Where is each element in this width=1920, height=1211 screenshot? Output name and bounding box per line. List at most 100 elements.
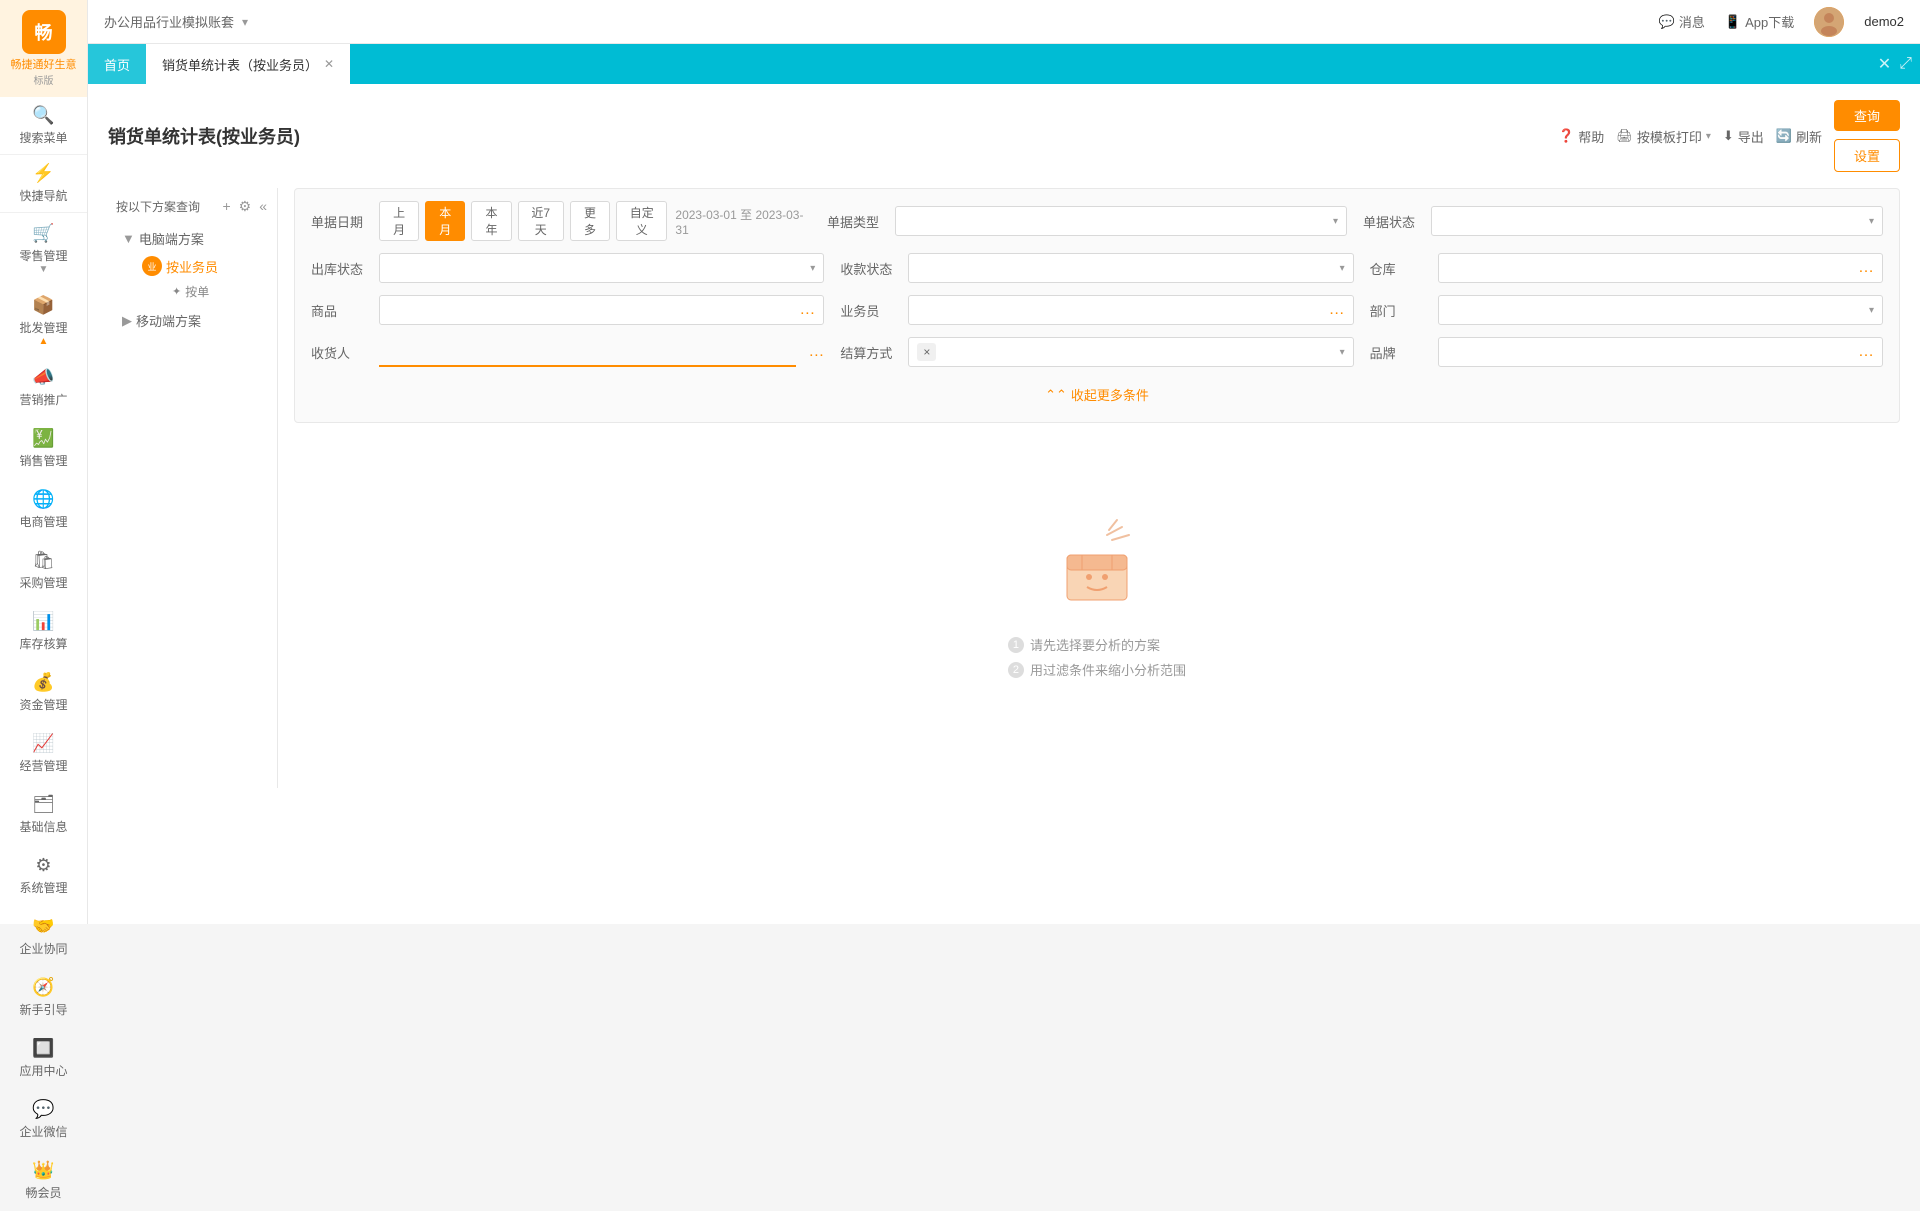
refresh-button[interactable]: 🔄 刷新 bbox=[1776, 127, 1822, 146]
print-label: 按模板打印 bbox=[1637, 127, 1702, 146]
tab-home[interactable]: 首页 bbox=[88, 44, 146, 84]
message-button[interactable]: 💬 消息 bbox=[1659, 12, 1705, 31]
scheme-item-by-order[interactable]: ✦ 按单 bbox=[136, 280, 269, 303]
sidebar-item-retail[interactable]: 🛒 零售管理 ▼ bbox=[0, 213, 87, 285]
topbar-title: 办公用品行业模拟账套 bbox=[104, 12, 234, 31]
left-panel-title: 按以下方案查询 bbox=[116, 198, 200, 215]
receiver-input[interactable] bbox=[379, 337, 796, 367]
tab-close-all-button[interactable]: ✕ bbox=[1878, 54, 1891, 74]
sidebar-item-finance[interactable]: 💰 资金管理 bbox=[0, 662, 87, 723]
warehouse-dots[interactable]: … bbox=[1858, 259, 1874, 277]
sidebar-item-basics[interactable]: 🗂 基础信息 bbox=[0, 784, 87, 845]
content-area: 销货单统计表(按业务员) ❓ 帮助 🖨 按模板打印 ▾ ⬇ 导出 bbox=[88, 84, 1920, 924]
user-name[interactable]: demo2 bbox=[1864, 14, 1904, 29]
tab-close-icon[interactable]: ✕ bbox=[324, 57, 334, 71]
empty-tip-2: 2 用过滤条件来缩小分析范围 bbox=[1008, 660, 1186, 679]
empty-state: 1 请先选择要分析的方案 2 用过滤条件来缩小分析范围 bbox=[294, 435, 1900, 765]
message-label: 消息 bbox=[1679, 12, 1705, 31]
brand-dots[interactable]: … bbox=[1858, 343, 1874, 361]
add-scheme-button[interactable]: + bbox=[220, 196, 232, 217]
tab-expand-button[interactable]: ⤢ bbox=[1899, 55, 1912, 73]
date-buttons: 上月 本月 本年 近7天 更多 自定义 bbox=[379, 201, 667, 241]
refresh-label: 刷新 bbox=[1796, 127, 1822, 146]
scheme-item-by-salesperson[interactable]: 业 按业务员 bbox=[136, 252, 269, 280]
date-btn-this-year[interactable]: 本年 bbox=[471, 201, 511, 241]
sidebar-item-system[interactable]: ⚙ 系统管理 bbox=[0, 845, 87, 906]
date-btn-last-month[interactable]: 上月 bbox=[379, 201, 419, 241]
doc-type-select[interactable]: ▾ bbox=[895, 206, 1347, 236]
action-col: 查询 设置 bbox=[1834, 100, 1900, 172]
goods-col: 商品 … bbox=[311, 295, 824, 325]
tip-num-1: 1 bbox=[1008, 637, 1024, 653]
date-btn-custom[interactable]: 自定义 bbox=[616, 201, 667, 241]
tab-sales-stat[interactable]: 销货单统计表（按业务员） ✕ bbox=[146, 44, 350, 84]
payment-select[interactable]: × ▾ bbox=[908, 337, 1353, 367]
collapse-label: 收起更多条件 bbox=[1071, 385, 1149, 404]
sidebar-item-sales[interactable]: 💹 销售管理 bbox=[0, 418, 87, 479]
scheme-settings-button[interactable]: ⚙ bbox=[237, 196, 254, 217]
date-btn-7days[interactable]: 近7天 bbox=[518, 201, 564, 241]
sidebar-item-guide[interactable]: 🧭 新手引导 bbox=[0, 967, 87, 1028]
department-label: 部门 bbox=[1370, 301, 1430, 320]
help-button[interactable]: ❓ 帮助 bbox=[1558, 127, 1604, 146]
sidebar-item-collab[interactable]: 🤝 企业协同 bbox=[0, 906, 87, 967]
topbar-right: 💬 消息 📱 App下载 demo2 bbox=[1659, 7, 1904, 37]
operations-icon: 📈 bbox=[32, 733, 54, 754]
brand-label: 品牌 bbox=[1370, 343, 1430, 362]
warehouse-select[interactable]: … bbox=[1438, 253, 1883, 283]
salesperson-label: 业务员 bbox=[840, 301, 900, 320]
sidebar-item-ecommerce[interactable]: 🌐 电商管理 bbox=[0, 479, 87, 540]
sidebar-item-purchase[interactable]: 🛍 采购管理 bbox=[0, 540, 87, 601]
topbar-dropdown-icon[interactable]: ▾ bbox=[242, 15, 248, 29]
sidebar-item-search[interactable]: 🔍 搜索菜单 bbox=[0, 97, 87, 155]
marketing-label: 营销推广 bbox=[19, 391, 67, 408]
print-button[interactable]: 🖨 按模板打印 ▾ bbox=[1616, 127, 1711, 146]
sidebar-item-inventory[interactable]: 📊 库存核算 bbox=[0, 601, 87, 662]
scheme-children-pc: 业 按业务员 ✦ 按单 bbox=[116, 252, 269, 303]
sidebar-item-operations[interactable]: 📈 经营管理 bbox=[0, 723, 87, 784]
goods-select[interactable]: … bbox=[379, 295, 824, 325]
sidebar-item-wholesale[interactable]: 📦 批发管理 ▲ bbox=[0, 285, 87, 357]
app-download-button[interactable]: 📱 App下载 bbox=[1725, 12, 1794, 31]
receiver-dots[interactable]: … bbox=[808, 343, 824, 361]
tabbar-actions: ✕ ⤢ bbox=[1878, 54, 1920, 74]
payment-tag-close[interactable]: × bbox=[923, 345, 930, 359]
collapse-up-icon: ⌃⌃ bbox=[1045, 387, 1067, 403]
collapse-button[interactable]: ⌃⌃ 收起更多条件 bbox=[311, 379, 1883, 410]
salesperson-dots[interactable]: … bbox=[1329, 301, 1345, 319]
sidebar-item-marketing[interactable]: 📣 营销推广 bbox=[0, 357, 87, 418]
goods-dots[interactable]: … bbox=[799, 301, 815, 319]
out-status-select[interactable]: ▾ bbox=[379, 253, 824, 283]
settings-button[interactable]: 设置 bbox=[1834, 139, 1900, 172]
user-avatar[interactable] bbox=[1814, 7, 1844, 37]
department-select[interactable]: ▾ bbox=[1438, 295, 1883, 325]
sidebar-item-apps[interactable]: 🔲 应用中心 bbox=[0, 1028, 87, 1089]
brand-select[interactable]: … bbox=[1438, 337, 1883, 367]
receipt-status-select[interactable]: ▾ bbox=[908, 253, 1353, 283]
filter-row-3: 商品 … 业务员 … bbox=[311, 295, 1883, 325]
date-btn-this-month[interactable]: 本月 bbox=[425, 201, 465, 241]
order-scheme-label: 按单 bbox=[185, 283, 209, 300]
finance-icon: 💰 bbox=[32, 672, 54, 693]
panel-collapse-button[interactable]: « bbox=[257, 196, 269, 217]
doc-status-select[interactable]: ▾ bbox=[1431, 206, 1883, 236]
sidebar-item-member[interactable]: 👑 畅会员 bbox=[0, 1150, 87, 1211]
date-btn-more[interactable]: 更多 bbox=[570, 201, 610, 241]
salesperson-select[interactable]: … bbox=[908, 295, 1353, 325]
out-status-arrow: ▾ bbox=[810, 263, 815, 274]
purchase-icon: 🛍 bbox=[32, 550, 55, 571]
page-actions: ❓ 帮助 🖨 按模板打印 ▾ ⬇ 导出 🔄 刷新 bbox=[1558, 100, 1900, 172]
main-body: 按以下方案查询 + ⚙ « ▼ 电脑端方案 bbox=[108, 188, 1900, 788]
export-button[interactable]: ⬇ 导出 bbox=[1723, 127, 1764, 146]
tip-text-1: 请先选择要分析的方案 bbox=[1030, 635, 1160, 654]
tip-num-2: 2 bbox=[1008, 662, 1024, 678]
department-arrow: ▾ bbox=[1869, 305, 1874, 316]
scheme-group-pc-header[interactable]: ▼ 电脑端方案 bbox=[116, 225, 269, 252]
scheme-group-mobile-header[interactable]: ▶ 移动端方案 bbox=[116, 307, 269, 334]
date-range: 2023-03-01 至 2023-03-31 bbox=[675, 206, 811, 237]
sidebar-item-quicknav[interactable]: ⚡ 快捷导航 bbox=[0, 155, 87, 213]
query-button[interactable]: 查询 bbox=[1834, 100, 1900, 131]
help-icon: ❓ bbox=[1558, 128, 1574, 144]
download-icon: 📱 bbox=[1725, 14, 1741, 30]
sidebar-item-wechat[interactable]: 💬 企业微信 bbox=[0, 1089, 87, 1150]
